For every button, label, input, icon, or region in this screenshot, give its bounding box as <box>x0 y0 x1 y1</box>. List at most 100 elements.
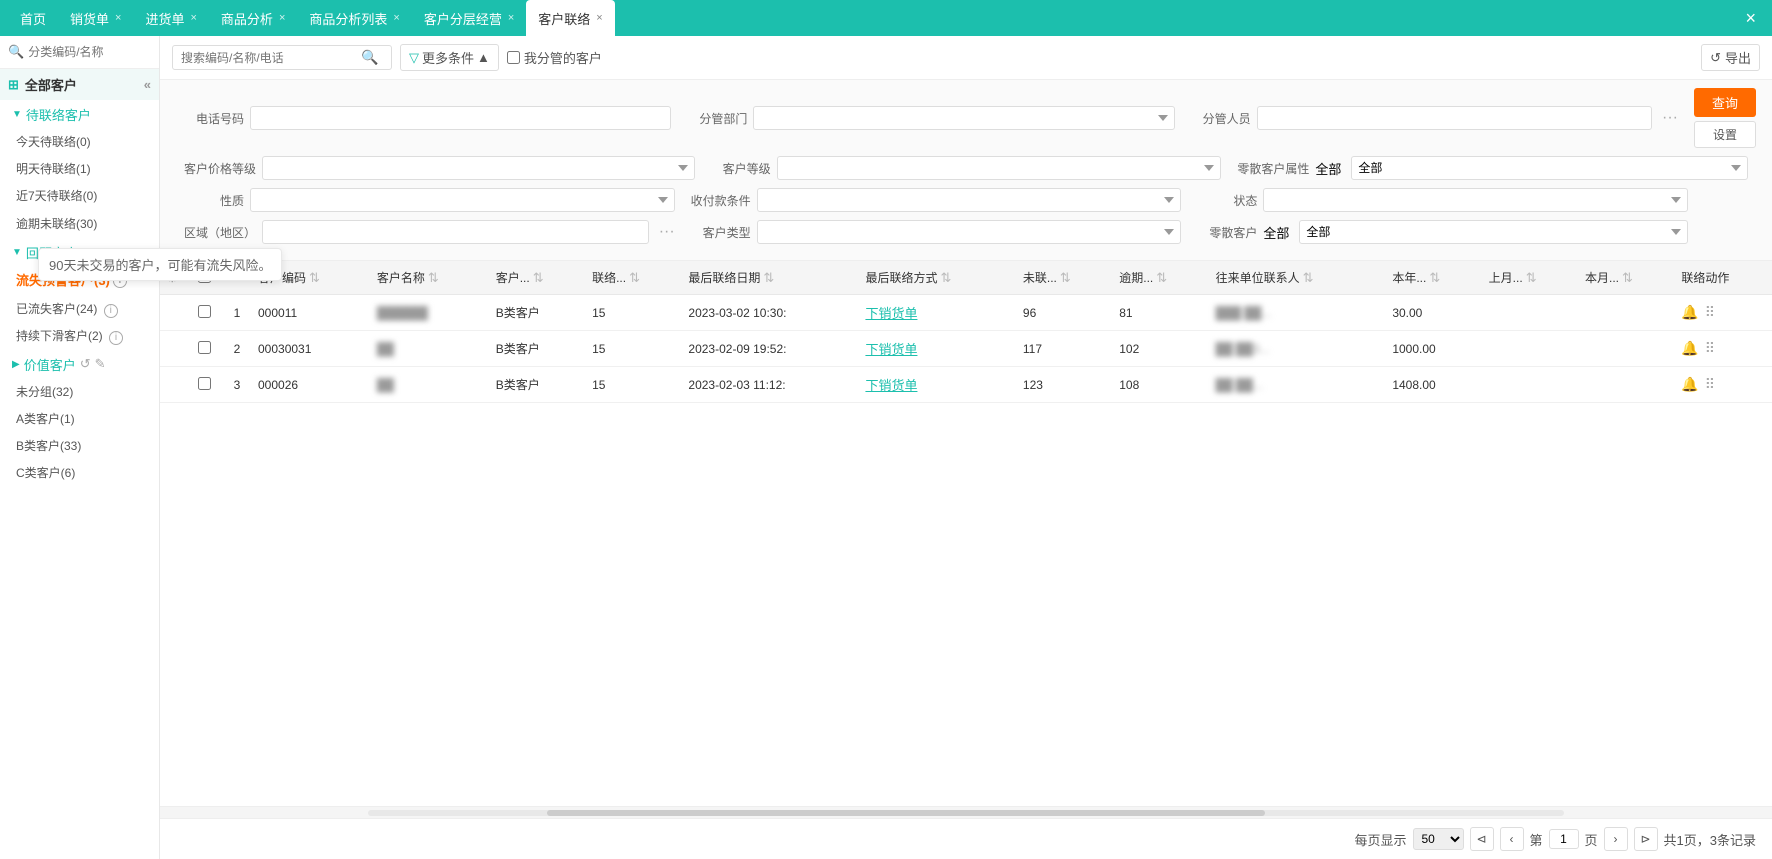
refresh-icon[interactable]: ↺ <box>80 356 91 372</box>
row-checkbox-2[interactable] <box>198 377 211 390</box>
sidebar-item-c-class[interactable]: C类客户(6) <box>0 460 159 487</box>
phone-label: 电话号码 <box>184 110 244 127</box>
sidebar-item-overdue[interactable]: 逾期未联络(30) <box>0 211 159 238</box>
gender-label: 性质 <box>184 192 244 209</box>
search-input[interactable] <box>181 51 361 65</box>
nav-tab-sales-close[interactable]: × <box>115 12 121 24</box>
edit-icon[interactable]: ✎ <box>95 356 106 372</box>
td-type-2: B类客户 <box>490 367 586 403</box>
nav-tab-customer-tier[interactable]: 客户分层经营 × <box>412 0 526 36</box>
export-label: 导出 <box>1725 48 1751 67</box>
status-select[interactable] <box>1263 188 1688 212</box>
info-icon2[interactable]: i <box>104 304 118 318</box>
search-icon[interactable]: 🔍 <box>361 49 378 66</box>
last-way-link-0[interactable]: 下销货单 <box>865 306 917 321</box>
more-action-icon-0[interactable]: ⠿ <box>1705 304 1715 321</box>
region-input[interactable] <box>262 220 649 244</box>
sidebar-item-7days[interactable]: 近7天待联络(0) <box>0 183 159 210</box>
scroll-track[interactable] <box>368 810 1564 816</box>
more-action-icon-2[interactable]: ⠿ <box>1705 376 1715 393</box>
nav-tab-sales[interactable]: 销货单 × <box>58 0 133 36</box>
nav-tab-customer-contact-close[interactable]: × <box>596 12 602 24</box>
sidebar-group-pending[interactable]: ▼ 待联络客户 <box>0 100 159 129</box>
sort-lm-icon[interactable]: ⇅ <box>1526 270 1537 285</box>
my-customers-checkbox[interactable] <box>507 51 520 64</box>
sort-cc-icon[interactable]: ⇅ <box>1303 270 1314 285</box>
sort-tm-icon[interactable]: ⇅ <box>1622 270 1633 285</box>
sidebar-item-a-class[interactable]: A类客户(1) <box>0 406 159 433</box>
sort-date-icon[interactable]: ⇅ <box>763 270 774 285</box>
phone-input[interactable] <box>250 106 671 130</box>
sidebar-search-input[interactable] <box>28 45 151 59</box>
nav-tab-customer-tier-close[interactable]: × <box>508 12 514 24</box>
sort-name-icon[interactable]: ⇅ <box>428 270 439 285</box>
search-bar: 🔍 ▽ 更多条件 ▲ 我分管的客户 ↺ 导出 <box>160 36 1772 80</box>
nav-tab-analysis-list-close[interactable]: × <box>393 12 399 24</box>
sort-nc-icon[interactable]: ⇅ <box>1060 270 1071 285</box>
nav-tab-purchase-close[interactable]: × <box>190 12 196 24</box>
scroll-bar-area <box>160 806 1772 818</box>
customer-type-select[interactable] <box>757 220 1182 244</box>
zero-retail-select[interactable]: 全部 <box>1351 156 1748 180</box>
region-more-icon[interactable]: ··· <box>659 223 675 241</box>
row-checkbox-1[interactable] <box>198 341 211 354</box>
window-close-button[interactable]: × <box>1737 8 1764 29</box>
sidebar-item-declining[interactable]: 持续下滑客户(2) i <box>0 323 159 350</box>
query-button[interactable]: 查询 <box>1694 88 1756 117</box>
more-conditions-button[interactable]: ▽ 更多条件 ▲ <box>400 44 499 71</box>
last-way-link-1[interactable]: 下销货单 <box>865 342 917 357</box>
sort-ty-icon[interactable]: ⇅ <box>1429 270 1440 285</box>
sidebar-item-ungroup[interactable]: 未分组(32) <box>0 379 159 406</box>
page-input[interactable] <box>1549 829 1579 849</box>
last-way-link-2[interactable]: 下销货单 <box>865 378 917 393</box>
sidebar-item-today[interactable]: 今天待联络(0) <box>0 129 159 156</box>
sort-type-icon[interactable]: ⇅ <box>533 270 544 285</box>
export-button[interactable]: ↺ 导出 <box>1701 44 1760 71</box>
settings-button[interactable]: 设置 <box>1694 121 1756 148</box>
dept-select[interactable] <box>753 106 1174 130</box>
customer-level-select[interactable] <box>777 156 1222 180</box>
all-customers-label: 全部客户 <box>25 75 77 94</box>
gender-select[interactable] <box>250 188 675 212</box>
chevron-up-icon: ▲ <box>477 50 490 65</box>
payment-select[interactable] <box>757 188 1182 212</box>
more-action-icon-1[interactable]: ⠿ <box>1705 340 1715 357</box>
contact-icon-2[interactable]: 🔔 <box>1681 376 1698 393</box>
manager-input[interactable] <box>1257 106 1652 130</box>
zero-retail-select2[interactable]: 全部 <box>1299 220 1688 244</box>
sort-code-icon[interactable]: ⇅ <box>309 270 320 285</box>
nav-home-label: 首页 <box>20 9 46 28</box>
scroll-thumb[interactable] <box>547 810 1265 816</box>
info-icon3[interactable]: i <box>109 331 123 345</box>
sidebar-group-value[interactable]: ▶ 价值客户 ↺ ✎ <box>0 350 159 379</box>
my-customers-checkbox-wrap[interactable]: 我分管的客户 <box>507 48 602 67</box>
row-checkbox-0[interactable] <box>198 305 211 318</box>
page-size-select[interactable]: 50 20 100 <box>1413 828 1464 850</box>
sidebar-item-b-class[interactable]: B类客户(33) <box>0 433 159 460</box>
nav-tab-analysis-close[interactable]: × <box>279 12 285 24</box>
manager-more-icon[interactable]: ··· <box>1662 109 1678 127</box>
nav-tab-analysis-list[interactable]: 商品分析列表 × <box>297 0 411 36</box>
nav-tab-purchase[interactable]: 进货单 × <box>133 0 208 36</box>
td-date-2: 2023-02-03 11:12: <box>682 367 859 403</box>
next-page-button[interactable]: › <box>1604 827 1628 851</box>
filter-phone: 电话号码 <box>176 106 679 130</box>
sidebar-item-churned[interactable]: 已流失客户(24) i <box>0 296 159 323</box>
sidebar-all-customers[interactable]: ⊞ 全部客户 « <box>0 69 159 100</box>
nav-tab-home[interactable]: 首页 <box>8 0 58 36</box>
sort-od-icon[interactable]: ⇅ <box>1156 270 1167 285</box>
last-page-button[interactable]: ⊳ <box>1634 827 1658 851</box>
price-level-select[interactable] <box>262 156 695 180</box>
prev-page-button[interactable]: ‹ <box>1500 827 1524 851</box>
sort-way-icon[interactable]: ⇅ <box>940 270 951 285</box>
contact-icon-0[interactable]: 🔔 <box>1681 304 1698 321</box>
churn-tooltip: 90天未交易的客户，可能有流失风险。 <box>38 248 282 281</box>
collapse-icon[interactable]: « <box>144 77 151 92</box>
nav-tab-customer-contact[interactable]: 客户联络 × <box>526 0 614 36</box>
td-nc-2: 123 <box>1017 367 1113 403</box>
nav-tab-analysis[interactable]: 商品分析 × <box>209 0 297 36</box>
sort-contacts-icon[interactable]: ⇅ <box>629 270 640 285</box>
sidebar-item-tomorrow[interactable]: 明天待联络(1) <box>0 156 159 183</box>
contact-icon-1[interactable]: 🔔 <box>1681 340 1698 357</box>
first-page-button[interactable]: ⊲ <box>1470 827 1494 851</box>
